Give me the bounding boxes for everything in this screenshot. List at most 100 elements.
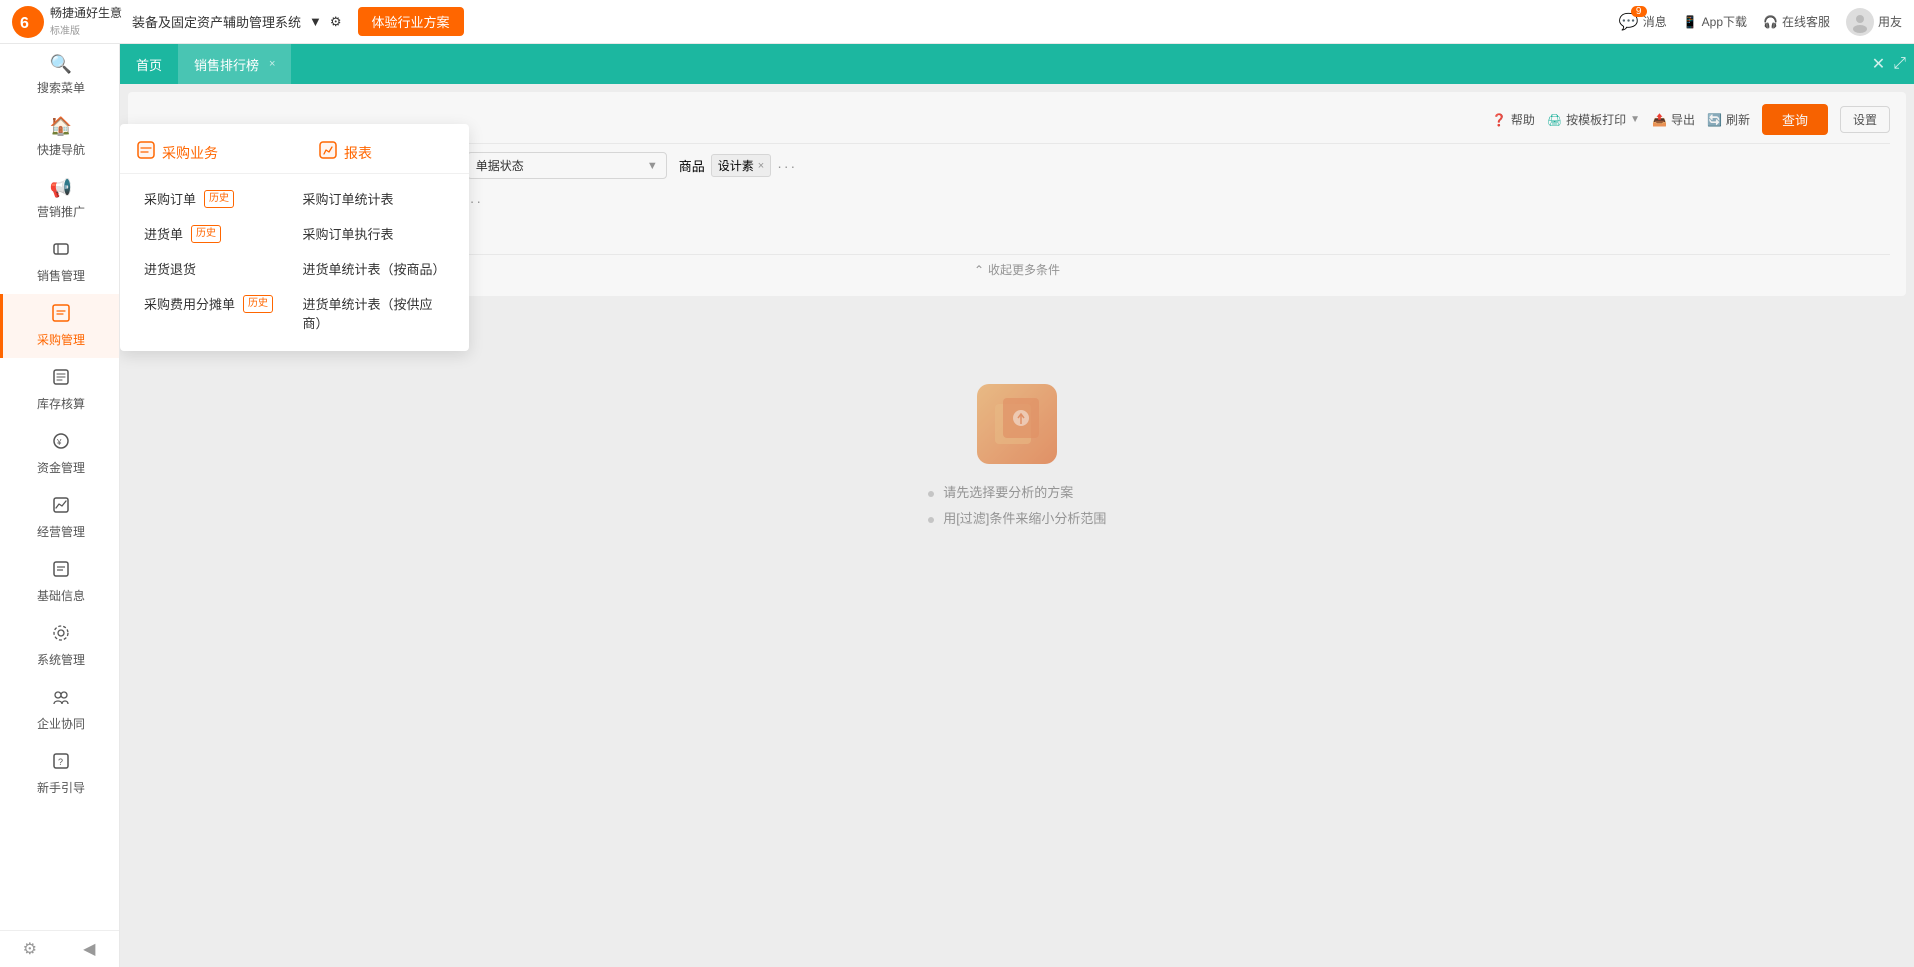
content-area: 首页 销售排行榜 × ✕ ⤢	[120, 44, 1914, 967]
app-download-btn[interactable]: 📱 App下载	[1683, 13, 1747, 30]
sidebar-item-guide[interactable]: ? 新手引导	[0, 742, 119, 806]
page-content: 采购业务 报表 采购订单 历史	[120, 84, 1914, 967]
inventory-icon	[52, 368, 70, 391]
sidebar-label-marketing: 营销推广	[37, 203, 85, 220]
sidebar-item-cooperation[interactable]: 企业协同	[0, 678, 119, 742]
tab-close-window-btn[interactable]: ✕	[1872, 54, 1885, 74]
sidebar-label-operations: 经营管理	[37, 523, 85, 540]
report-section-icon	[318, 140, 338, 165]
purchase-icon	[52, 304, 70, 327]
edition-label: 标准版	[50, 22, 122, 37]
message-btn[interactable]: 💬 9 消息	[1619, 12, 1667, 32]
dropdown-item-return[interactable]: 进货退货	[136, 252, 295, 285]
sidebar-label-system: 系统管理	[37, 651, 85, 668]
sidebar-label-sales: 销售管理	[37, 267, 85, 284]
sidebar-item-operations[interactable]: 经营管理	[0, 486, 119, 550]
dropdown-item-report4[interactable]: 进货单统计表（按供应商）	[295, 287, 454, 339]
sidebar-item-quick-nav[interactable]: 🏠 快捷导航	[0, 106, 119, 168]
sidebar-item-inventory[interactable]: 库存核算	[0, 358, 119, 422]
purchase-order-label: 采购订单	[144, 189, 196, 208]
dropdown-header: 采购业务 报表	[120, 136, 469, 174]
return-label: 进货退货	[144, 259, 196, 278]
message-badge: 9	[1631, 6, 1647, 17]
headset-icon: 🎧	[1763, 15, 1778, 29]
tab-bar: 首页 销售排行榜 × ✕ ⤢	[120, 44, 1914, 84]
guide-icon: ?	[52, 752, 70, 775]
expense-label: 采购费用分摊单	[144, 294, 235, 313]
tab-sales-rank[interactable]: 销售排行榜 ×	[178, 44, 291, 84]
purchase-section-icon	[136, 140, 156, 165]
sidebar-label-inventory: 库存核算	[37, 395, 85, 412]
report-col: 采购订单统计表 采购订单执行表 进货单统计表（按商品） 进货单统计表（按供应商）	[295, 182, 454, 339]
sidebar-label-basic-info: 基础信息	[37, 587, 85, 604]
online-service-label: 在线客服	[1782, 13, 1830, 30]
report-section-title: 报表	[318, 140, 372, 165]
sidebar-item-search[interactable]: 🔍 搜索菜单	[0, 44, 119, 106]
report4-label: 进货单统计表（按供应商）	[303, 294, 446, 332]
app-download-label: App下载	[1702, 13, 1747, 30]
hist-badge-expense: 历史	[243, 295, 273, 313]
report2-label: 采购订单执行表	[303, 224, 394, 243]
report3-label: 进货单统计表（按商品）	[303, 259, 446, 278]
user-avatar	[1846, 8, 1874, 36]
sidebar-label-quick-nav: 快捷导航	[37, 141, 85, 158]
dropdown-item-inbound[interactable]: 进货单 历史	[136, 217, 295, 250]
purchase-title: 采购业务	[162, 143, 218, 163]
dropdown-columns: 采购订单 历史 进货单 历史 进货退货 采购费用分摊单 历史	[120, 182, 469, 339]
tab-close-icon[interactable]: ×	[269, 58, 275, 70]
capital-icon: ¥	[52, 432, 70, 455]
dropdown-item-report2[interactable]: 采购订单执行表	[295, 217, 454, 250]
tab-sales-rank-label: 销售排行榜	[194, 55, 259, 74]
purchase-section-title: 采购业务	[136, 140, 218, 165]
inbound-label: 进货单	[144, 224, 183, 243]
dropdown-item-purchase-order[interactable]: 采购订单 历史	[136, 182, 295, 215]
title-dropdown-arrow[interactable]: ▼	[309, 14, 322, 29]
cooperation-icon	[52, 688, 70, 711]
system-title-text: 装备及固定资产辅助管理系统	[132, 12, 301, 31]
main-layout: 🔍 搜索菜单 🏠 快捷导航 📢 营销推广 销售管理 采购管理	[0, 44, 1914, 967]
search-icon: 🔍	[50, 54, 72, 75]
tab-home[interactable]: 首页	[120, 44, 178, 84]
dropdown-item-expense[interactable]: 采购费用分摊单 历史	[136, 287, 295, 320]
basic-info-icon	[52, 560, 70, 583]
sidebar-item-capital[interactable]: ¥ 资金管理	[0, 422, 119, 486]
online-service-btn[interactable]: 🎧 在线客服	[1763, 13, 1830, 30]
dropdown-item-report1[interactable]: 采购订单统计表	[295, 182, 454, 215]
hist-badge-inbound: 历史	[191, 225, 221, 243]
dropdown-menu: 采购业务 报表 采购订单 历史	[120, 124, 469, 351]
svg-text:¥: ¥	[56, 438, 62, 447]
sidebar-label-guide: 新手引导	[37, 779, 85, 796]
system-title-area: 装备及固定资产辅助管理系统 ▼ ⚙ 体验行业方案	[132, 7, 1619, 36]
sidebar-label-cooperation: 企业协同	[37, 715, 85, 732]
sidebar-settings-btn[interactable]: ⚙	[0, 939, 60, 959]
report1-label: 采购订单统计表	[303, 189, 394, 208]
marketing-icon: 📢	[50, 178, 72, 199]
industry-btn[interactable]: 体验行业方案	[358, 7, 464, 36]
top-header: 6 畅捷通好生意 标准版 装备及固定资产辅助管理系统 ▼ ⚙ 体验行业方案 💬 …	[0, 0, 1914, 44]
header-right: 💬 9 消息 📱 App下载 🎧 在线客服 用友	[1619, 8, 1902, 36]
sidebar-item-sales[interactable]: 销售管理	[0, 230, 119, 294]
user-area[interactable]: 用友	[1846, 8, 1902, 36]
tab-maximize-btn[interactable]: ⤢	[1893, 55, 1906, 73]
sidebar: 🔍 搜索菜单 🏠 快捷导航 📢 营销推广 销售管理 采购管理	[0, 44, 120, 967]
title-settings-icon[interactable]: ⚙	[330, 14, 342, 30]
system-icon	[52, 624, 70, 647]
app-logo: 6	[12, 6, 44, 38]
sidebar-item-system[interactable]: 系统管理	[0, 614, 119, 678]
sidebar-item-marketing[interactable]: 📢 营销推广	[0, 168, 119, 230]
company-name: 畅捷通好生意	[50, 6, 122, 22]
sidebar-label-purchase: 采购管理	[37, 331, 85, 348]
purchase-col: 采购订单 历史 进货单 历史 进货退货 采购费用分摊单 历史	[136, 182, 295, 339]
sidebar-item-purchase[interactable]: 采购管理	[0, 294, 119, 358]
phone-icon: 📱	[1683, 15, 1698, 29]
sidebar-label-search: 搜索菜单	[37, 79, 85, 96]
sidebar-bottom: ⚙ ◀	[0, 930, 119, 967]
message-badge-container: 💬 9	[1619, 12, 1639, 32]
dropdown-item-report3[interactable]: 进货单统计表（按商品）	[295, 252, 454, 285]
user-label: 用友	[1878, 13, 1902, 30]
sidebar-label-capital: 资金管理	[37, 459, 85, 476]
home-icon: 🏠	[50, 116, 72, 137]
sidebar-item-basic-info[interactable]: 基础信息	[0, 550, 119, 614]
sidebar-collapse-btn[interactable]: ◀	[60, 939, 120, 959]
logo-area: 6 畅捷通好生意 标准版	[12, 6, 132, 38]
